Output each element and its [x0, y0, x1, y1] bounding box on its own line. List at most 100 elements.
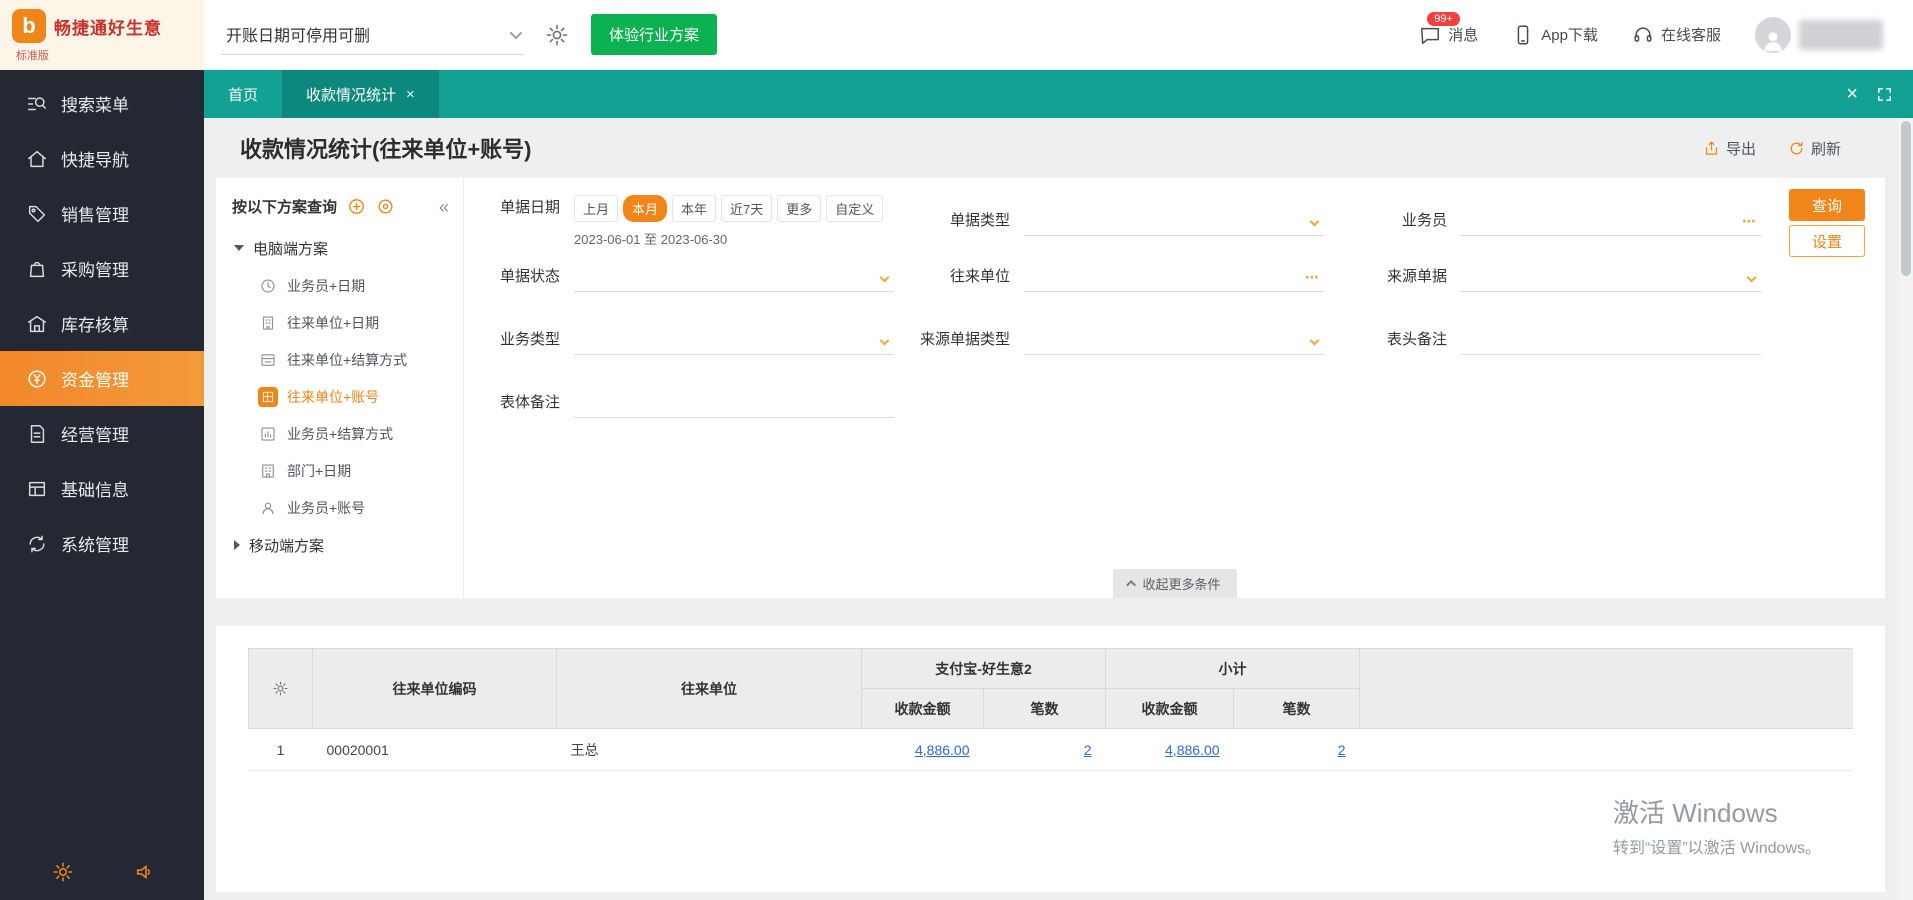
- volume-icon[interactable]: [134, 861, 156, 888]
- scheme-item-salesman-settlement[interactable]: 业务员+结算方式: [216, 415, 463, 452]
- page-header: 收款情况统计(往来单位+账号) 导出 刷新: [204, 118, 1913, 178]
- funds-money-icon: [26, 368, 48, 390]
- settings-button[interactable]: 设置: [1789, 225, 1865, 257]
- sidebar-item-system[interactable]: 系统管理: [0, 516, 204, 571]
- scheme-item-partner-settlement[interactable]: 往来单位+结算方式: [216, 341, 463, 378]
- filter-partner: 往来单位 ⋯: [889, 260, 1324, 292]
- group-header-alipay: 支付宝-好生意2: [860, 648, 1107, 689]
- date-option-more[interactable]: 更多: [777, 195, 822, 222]
- sidebar-item-sales[interactable]: 销售管理: [0, 186, 204, 241]
- filter-salesman: 业务员 ⋯: [1329, 204, 1761, 236]
- scheme-item-salesman-date[interactable]: 业务员+日期: [216, 267, 463, 304]
- sidebar-item-inventory[interactable]: 库存核算: [0, 296, 204, 351]
- scrollbar-thumb[interactable]: [1901, 121, 1911, 276]
- column-header-amount[interactable]: 收款金额: [861, 688, 984, 729]
- amount-link[interactable]: 4,886.00: [915, 742, 970, 758]
- brand-edition: 标准版: [16, 50, 49, 62]
- date-option-last7days[interactable]: 近7天: [721, 195, 773, 222]
- sidebar-item-operations[interactable]: 经营管理: [0, 406, 204, 461]
- export-button[interactable]: 导出: [1703, 138, 1756, 159]
- biz-type-select[interactable]: [574, 325, 894, 355]
- column-header-code[interactable]: 往来单位编码: [312, 648, 557, 729]
- tab-bar: 首页 收款情况统计 × ×: [204, 70, 1913, 118]
- tree-group-mobile[interactable]: 移动端方案: [216, 526, 463, 564]
- sidebar-item-search-menu[interactable]: 搜索菜单: [0, 76, 204, 131]
- ledger-icon: [258, 350, 278, 370]
- scheme-settings-icon[interactable]: [376, 197, 395, 216]
- sidebar-item-purchase[interactable]: 采购管理: [0, 241, 204, 296]
- sidebar-item-label: 搜索菜单: [61, 96, 129, 115]
- column-header-amount[interactable]: 收款金额: [1105, 688, 1235, 729]
- column-header-count[interactable]: 笔数: [982, 688, 1107, 729]
- partner-picker[interactable]: ⋯: [1024, 262, 1324, 292]
- online-service-label: 在线客服: [1660, 27, 1721, 44]
- query-panels: 按以下方案查询 « 电脑端方案 业务员+日期 往来单位+日期 往来单位+结算方式…: [216, 178, 1885, 598]
- date-option-this-year[interactable]: 本年: [672, 195, 717, 222]
- scheme-item-partner-account[interactable]: 往来单位+账号: [216, 378, 463, 415]
- close-all-tabs-icon[interactable]: ×: [1846, 84, 1858, 104]
- doc-type-select[interactable]: [1024, 206, 1324, 236]
- scheme-panel: 按以下方案查询 « 电脑端方案 业务员+日期 往来单位+日期 往来单位+结算方式…: [216, 178, 464, 598]
- results-table: 往来单位编码 往来单位 支付宝-好生意2 小计 收款金额 笔数 收款金额 笔数: [248, 648, 1853, 771]
- filter-label: 业务类型: [499, 331, 560, 348]
- column-settings-icon[interactable]: [248, 648, 313, 729]
- collapse-panel-icon[interactable]: «: [439, 198, 449, 216]
- trial-plan-button[interactable]: 体验行业方案: [591, 14, 718, 55]
- account-dropdown[interactable]: 开账日期可停用可删: [220, 14, 525, 55]
- scheme-item-partner-date[interactable]: 往来单位+日期: [216, 304, 463, 341]
- source-doc-select[interactable]: [1461, 262, 1761, 292]
- scheme-item-salesman-account[interactable]: 业务员+账号: [216, 489, 463, 526]
- department-icon: [258, 461, 278, 481]
- topbar: 开账日期可停用可删 体验行业方案 99+ 消息 App下载 在线客服: [204, 0, 1913, 70]
- settings-gear-icon[interactable]: [52, 861, 74, 888]
- collapse-filters-button[interactable]: 收起更多条件: [1112, 569, 1237, 598]
- amount-link[interactable]: 4,886.00: [1165, 742, 1220, 758]
- grid-book-icon: [26, 478, 48, 500]
- tab-home[interactable]: 首页: [204, 70, 282, 118]
- count-link[interactable]: 2: [1084, 742, 1092, 758]
- sidebar-item-base-info[interactable]: 基础信息: [0, 461, 204, 516]
- sidebar-item-funds[interactable]: 资金管理: [0, 351, 204, 406]
- user-menu[interactable]: [1755, 16, 1883, 53]
- app-download-link[interactable]: App下载: [1512, 24, 1598, 46]
- date-option-last-month[interactable]: 上月: [574, 195, 619, 222]
- bar-chart-icon: [258, 424, 278, 444]
- header-note-input[interactable]: [1461, 325, 1761, 355]
- body-note-input[interactable]: [574, 388, 894, 418]
- doc-status-select[interactable]: [574, 262, 894, 292]
- chevron-down-icon: [1746, 272, 1757, 283]
- partner-name-cell: 王总: [556, 728, 862, 771]
- query-button[interactable]: 查询: [1789, 189, 1865, 221]
- filter-panel: 单据日期 上月 本月 本年 近7天 更多 自定义 2023-06-01 至 20…: [464, 178, 1885, 598]
- filter-doc-date: 单据日期 上月 本月 本年 近7天 更多 自定义 2023-06-01 至 20…: [474, 192, 894, 248]
- salesman-picker[interactable]: ⋯: [1461, 206, 1761, 236]
- search-icon: [26, 93, 48, 115]
- scheme-tree: 电脑端方案 业务员+日期 往来单位+日期 往来单位+结算方式 往来单位+账号 业…: [216, 229, 463, 564]
- chevron-down-icon: [879, 272, 890, 283]
- gear-icon[interactable]: [545, 23, 569, 47]
- count-link[interactable]: 2: [1338, 742, 1346, 758]
- filter-label: 单据类型: [949, 212, 1010, 229]
- sidebar-item-quick-nav[interactable]: 快捷导航: [0, 131, 204, 186]
- date-option-this-month[interactable]: 本月: [623, 195, 668, 222]
- date-option-custom[interactable]: 自定义: [826, 195, 884, 222]
- scheme-item-department-date[interactable]: 部门+日期: [216, 452, 463, 489]
- scheme-panel-title: 按以下方案查询: [232, 199, 338, 216]
- sidebar-item-label: 库存核算: [61, 316, 129, 335]
- column-header-partner[interactable]: 往来单位: [556, 648, 862, 729]
- source-doc-type-select[interactable]: [1024, 325, 1324, 355]
- column-header-filler: [1359, 648, 1853, 729]
- add-scheme-icon[interactable]: [347, 197, 366, 216]
- online-service-link[interactable]: 在线客服: [1632, 24, 1721, 46]
- tree-group-pc[interactable]: 电脑端方案: [216, 229, 463, 267]
- column-header-count[interactable]: 笔数: [1233, 688, 1361, 729]
- tab-label: 首页: [228, 86, 259, 104]
- tab-receipt-statistics[interactable]: 收款情况统计 ×: [282, 70, 439, 118]
- close-tab-icon[interactable]: ×: [406, 86, 415, 103]
- chevron-up-icon: [1125, 579, 1136, 590]
- messages-link[interactable]: 99+ 消息: [1419, 11, 1478, 46]
- headset-icon: [1634, 26, 1652, 42]
- vertical-scrollbar[interactable]: [1899, 118, 1913, 900]
- fullscreen-icon[interactable]: [1876, 86, 1893, 103]
- refresh-button[interactable]: 刷新: [1788, 138, 1841, 159]
